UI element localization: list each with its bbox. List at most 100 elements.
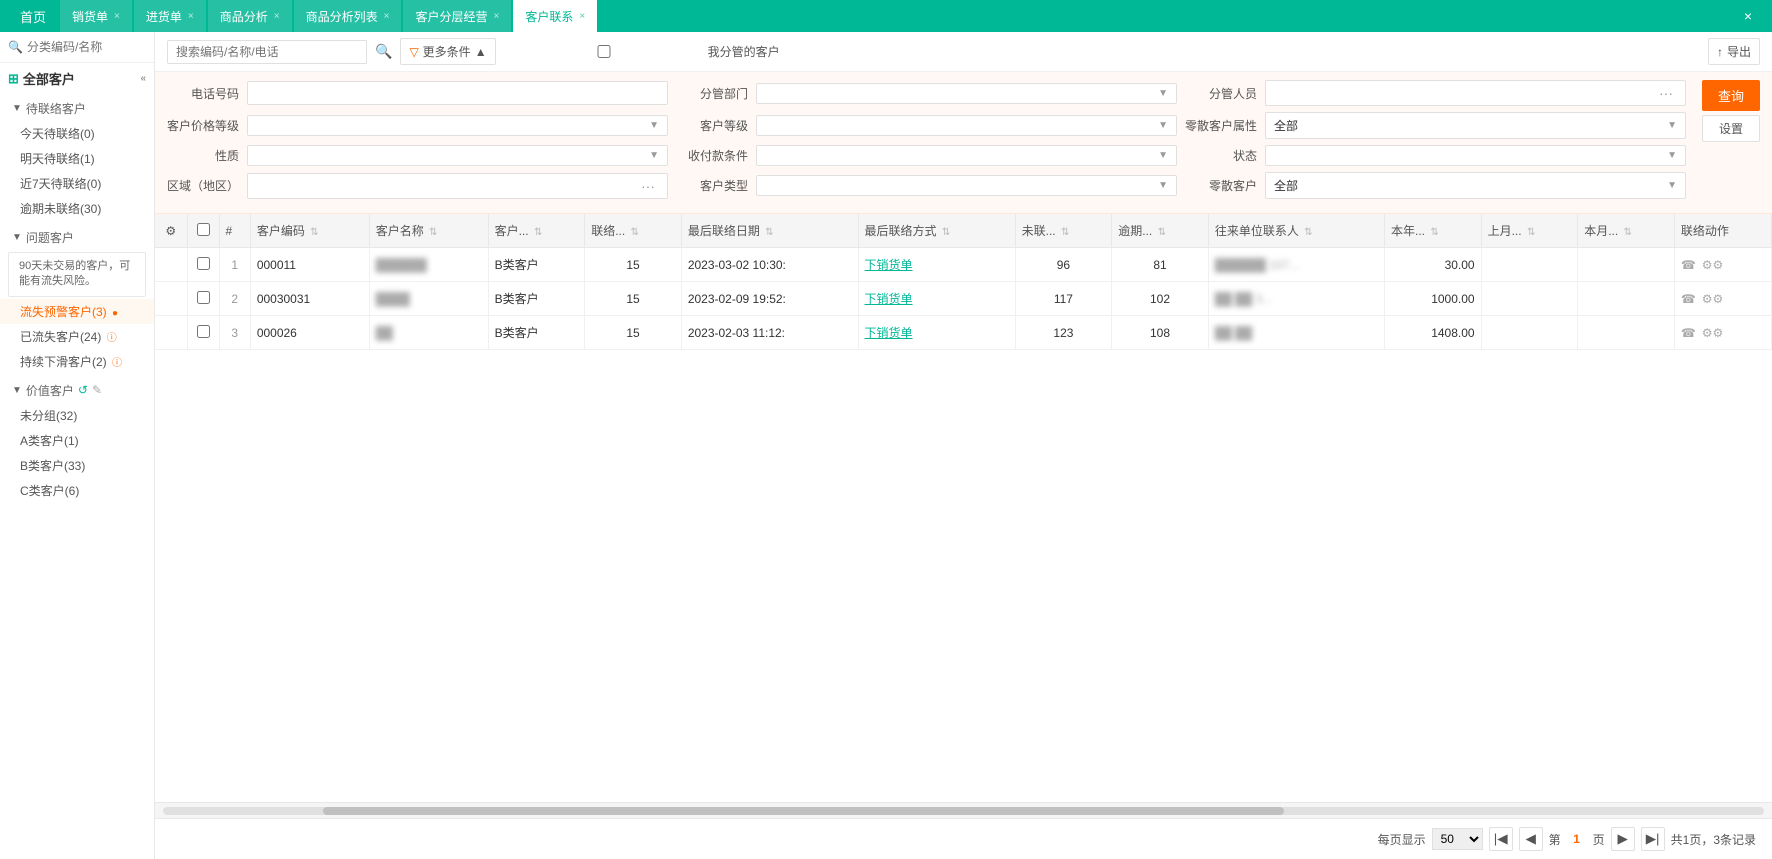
dept-select[interactable]: ▼ [756,83,1177,104]
row-checkbox[interactable] [197,325,210,338]
sidebar-item-ungrouped[interactable]: 未分组(32) [0,403,154,428]
payment-select[interactable]: ▼ [756,145,1177,166]
close-tab-analysis-list[interactable]: × [384,11,390,22]
nav-tab-purchase[interactable]: 进货单 × [134,0,206,32]
settings-button[interactable]: 设置 [1702,115,1760,142]
th-contact[interactable]: 联络... ⇅ [585,214,682,248]
more-actions-icon[interactable]: ⚙⚙ [1702,258,1724,272]
scroll-thumb[interactable] [323,807,1284,815]
edit-icon[interactable]: ✎ [92,383,102,397]
th-this-month[interactable]: 本月... ⇅ [1578,214,1675,248]
my-customers-checkbox-label[interactable]: 我分管的客户 [504,43,780,60]
th-unit-contacts[interactable]: 往来单位联系人 ⇅ [1208,214,1384,248]
th-type[interactable]: 客户... ⇅ [488,214,585,248]
customer-type-select[interactable]: ▼ [756,175,1177,196]
nature-select[interactable]: ▼ [247,145,668,166]
th-uncontacted[interactable]: 未联... ⇅ [1015,214,1112,248]
last-page-button[interactable]: ▶| [1641,827,1665,851]
sidebar-item-overdue[interactable]: 逾期未联络(30) [0,196,154,221]
sidebar-item-declining[interactable]: 持续下滑客户(2) ⓘ [0,349,154,374]
sidebar-item-churn-warning[interactable]: 流失预警客户(3) ● [0,299,154,324]
cell-checkbox[interactable] [187,248,219,282]
sidebar-pending-header[interactable]: ▼ 待联络客户 [0,96,154,121]
sidebar-item-today[interactable]: 今天待联络(0) [0,121,154,146]
th-last-contact-date[interactable]: 最后联络日期 ⇅ [681,214,858,248]
close-tab-sales[interactable]: × [114,11,120,22]
cell-last-contact-date: 2023-02-03 11:12: [681,316,858,350]
retail-attr-select[interactable]: 全部 ▼ [1265,112,1686,139]
sidebar-value-header[interactable]: ▼ 价值客户 ↺ ✎ [0,378,154,403]
nav-tab-customer-contact[interactable]: 客户联系 × [513,0,597,32]
phone-input[interactable] [247,81,668,105]
cell-checkbox[interactable] [187,316,219,350]
th-code[interactable]: 客户编码 ⇅ [250,214,369,248]
customer-level-select[interactable]: ▼ [756,115,1177,136]
status-select[interactable]: ▼ [1265,145,1686,166]
contact-method-link[interactable]: 下销货单 [865,292,913,306]
sidebar-search-input[interactable] [27,40,155,54]
close-tab-analysis[interactable]: × [274,11,280,22]
query-button[interactable]: 查询 [1702,80,1760,111]
sidebar-item-churned[interactable]: 已流失客户(24) ⓘ [0,324,154,349]
nav-tab-customer-layer[interactable]: 客户分层经营 × [403,0,511,32]
th-name[interactable]: 客户名称 ⇅ [369,214,488,248]
cell-action-icons[interactable]: ☎ ⚙⚙ [1674,282,1771,316]
horizontal-scrollbar[interactable] [155,802,1772,818]
call-icon[interactable]: ☎ [1681,292,1696,306]
cell-last-contact-method[interactable]: 下销货单 [858,248,1015,282]
cell-action-icons[interactable]: ☎ ⚙⚙ [1674,248,1771,282]
row-checkbox[interactable] [197,257,210,270]
th-settings[interactable]: ⚙ [155,214,187,248]
cell-action-icons[interactable]: ☎ ⚙⚙ [1674,316,1771,350]
cell-last-contact-method[interactable]: 下销货单 [858,282,1015,316]
sidebar-item-c-class[interactable]: C类客户(6) [0,478,154,503]
contact-method-link[interactable]: 下销货单 [865,258,913,272]
more-actions-icon[interactable]: ⚙⚙ [1702,326,1724,340]
search-input[interactable] [167,40,367,64]
prev-page-button[interactable]: ◀ [1519,827,1543,851]
more-actions-icon[interactable]: ⚙⚙ [1702,292,1724,306]
sidebar-item-7days[interactable]: 近7天待联络(0) [0,171,154,196]
th-overdue[interactable]: 逾期... ⇅ [1112,214,1209,248]
region-dots[interactable]: ··· [637,178,659,194]
cell-checkbox[interactable] [187,282,219,316]
my-customers-checkbox[interactable] [504,45,704,58]
sidebar-all-customers[interactable]: ⊞ 全部客户 « [0,63,154,94]
nav-tab-analysis[interactable]: 商品分析 × [208,0,292,32]
window-close-button[interactable]: × [1732,0,1764,32]
close-tab-customer-contact[interactable]: × [579,11,585,22]
next-page-button[interactable]: ▶ [1611,827,1635,851]
nav-tab-analysis-list[interactable]: 商品分析列表 × [294,0,402,32]
th-last-month[interactable]: 上月... ⇅ [1481,214,1578,248]
th-this-year[interactable]: 本年... ⇅ [1384,214,1481,248]
row-checkbox[interactable] [197,291,210,304]
contact-method-link[interactable]: 下销货单 [865,326,913,340]
search-button[interactable]: 🔍 [375,43,392,60]
refresh-icon[interactable]: ↺ [78,383,88,397]
th-last-contact-method[interactable]: 最后联络方式 ⇅ [858,214,1015,248]
scroll-track[interactable] [163,807,1764,815]
nav-tab-sales[interactable]: 销货单 × [60,0,132,32]
price-level-select[interactable]: ▼ [247,115,668,136]
th-checkbox[interactable] [187,214,219,248]
first-page-button[interactable]: |◀ [1489,827,1513,851]
select-all-checkbox[interactable] [197,223,210,236]
export-button[interactable]: ↑ 导出 [1708,38,1760,65]
sidebar-item-tomorrow[interactable]: 明天待联络(1) [0,146,154,171]
more-conditions-button[interactable]: ▽ 更多条件 ▲ [400,38,495,65]
manager-dots[interactable]: ··· [1655,85,1677,101]
retail-select[interactable]: 全部 ▼ [1265,172,1686,199]
sidebar-problem-header[interactable]: ▼ 问题客户 [0,225,154,250]
cell-last-contact-method[interactable]: 下销货单 [858,316,1015,350]
nav-home[interactable]: 首页 [8,0,58,32]
manager-select[interactable]: ··· [1265,80,1686,106]
collapse-all-icon[interactable]: « [140,73,146,84]
close-tab-purchase[interactable]: × [188,11,194,22]
sidebar-item-a-class[interactable]: A类客户(1) [0,428,154,453]
per-page-select[interactable]: 50 100 200 [1432,828,1483,850]
call-icon[interactable]: ☎ [1681,258,1696,272]
call-icon[interactable]: ☎ [1681,326,1696,340]
sidebar-item-b-class[interactable]: B类客户(33) [0,453,154,478]
region-select[interactable]: ··· [247,173,668,199]
close-tab-customer-layer[interactable]: × [493,11,499,22]
